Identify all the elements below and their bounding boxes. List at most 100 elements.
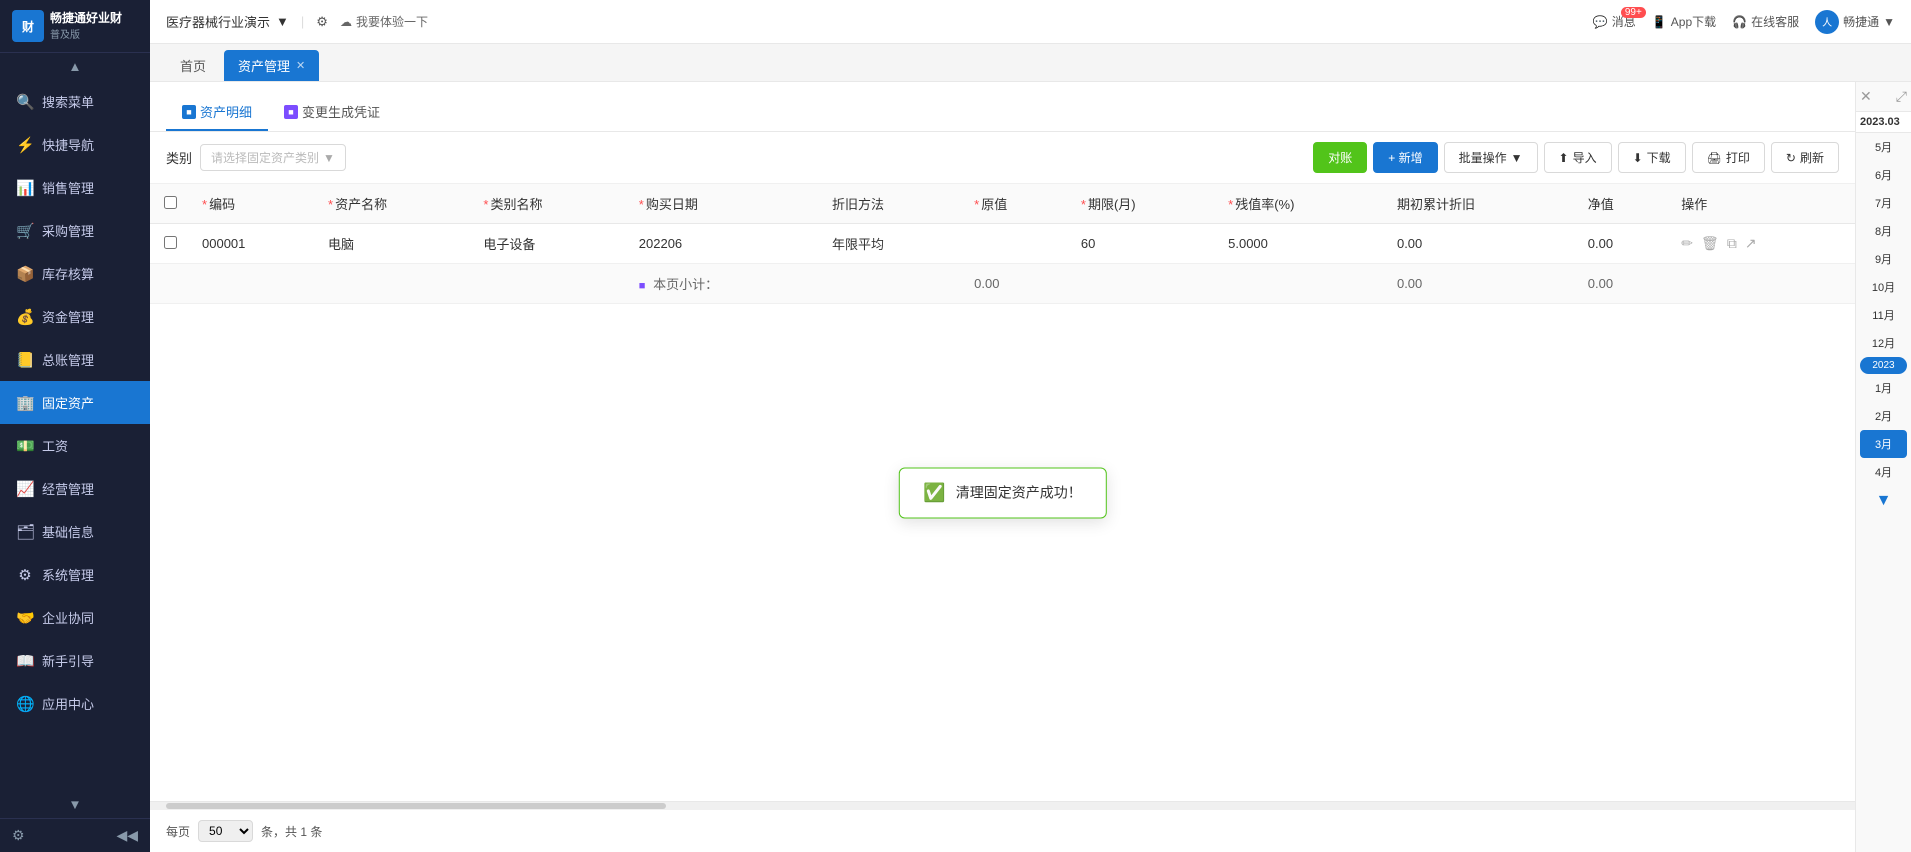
user-dropdown-icon: ▼ bbox=[1883, 15, 1895, 29]
sub-tabs: ■ 资产明细 ■ 变更生成凭证 bbox=[150, 82, 1855, 132]
sidebar-item-guide[interactable]: 📖 新手引导 bbox=[0, 639, 150, 682]
sidebar-item-purchase[interactable]: 🛒 采购管理 bbox=[0, 209, 150, 252]
lightning-icon: ⚡ bbox=[16, 136, 34, 154]
settings-btn[interactable]: ⚙ bbox=[316, 14, 328, 30]
row-checkbox[interactable] bbox=[164, 236, 177, 249]
subtotal-row: ■ 本页小计： 0.00 0.00 0.00 bbox=[150, 264, 1855, 304]
sidebar-item-enterprise[interactable]: 🤝 企业协同 bbox=[0, 596, 150, 639]
headset-icon: 🎧 bbox=[1732, 15, 1747, 29]
calendar-month-12[interactable]: 12月 bbox=[1856, 329, 1911, 357]
collapse-icon[interactable]: ◀◀ bbox=[116, 827, 138, 844]
tab-asset-management[interactable]: 资产管理 ✕ bbox=[224, 50, 319, 81]
sidebar-item-search[interactable]: 🔍 搜索菜单 bbox=[0, 80, 150, 123]
calendar-month-2[interactable]: 2月 bbox=[1856, 402, 1911, 430]
toolbar-right: 对账 + 新增 批量操作 ▼ ⬆ 导入 ⬇ 下载 🖨 bbox=[1313, 142, 1839, 173]
tab-close-icon[interactable]: ✕ bbox=[296, 59, 305, 72]
calendar-month-6[interactable]: 6月 bbox=[1856, 161, 1911, 189]
sub-tab-voucher[interactable]: ■ 变更生成凭证 bbox=[268, 94, 396, 131]
calendar-year-2023: 2023 bbox=[1860, 357, 1907, 374]
calendar-expand-btn[interactable]: ⤢ bbox=[1896, 88, 1907, 105]
content: ■ 资产明细 ■ 变更生成凭证 类别 请选择固定资产类别 ▼ bbox=[150, 82, 1911, 852]
th-net-value: 净值 bbox=[1576, 184, 1670, 224]
category-filter[interactable]: 请选择固定资产类别 ▼ bbox=[200, 144, 346, 171]
more-icon[interactable]: ↗ bbox=[1745, 235, 1757, 252]
app-download-btn[interactable]: 📱 App下载 bbox=[1652, 13, 1716, 30]
calendar-month-7[interactable]: 7月 bbox=[1856, 189, 1911, 217]
sidebar-item-app-center[interactable]: 🌐 应用中心 bbox=[0, 682, 150, 725]
sidebar-item-fixed-assets[interactable]: 🏢 固定资产 bbox=[0, 381, 150, 424]
cart-icon: 🛒 bbox=[16, 222, 34, 240]
sidebar-item-system[interactable]: ⚙ 系统管理 bbox=[0, 553, 150, 596]
book-icon: 📒 bbox=[16, 351, 34, 369]
sidebar-item-operations[interactable]: 📈 经营管理 bbox=[0, 467, 150, 510]
experience-btn[interactable]: ☁ 我要体验一下 bbox=[340, 13, 428, 30]
pagination: 每页 50 10 20 100 条，共 1 条 bbox=[150, 809, 1855, 852]
import-icon: ⬆ bbox=[1559, 151, 1569, 165]
sidebar-scroll-up[interactable]: ▲ bbox=[0, 53, 150, 80]
calendar-month-4[interactable]: 4月 bbox=[1856, 458, 1911, 486]
edit-icon[interactable]: ✏ bbox=[1681, 235, 1693, 252]
select-all-checkbox[interactable] bbox=[164, 196, 177, 209]
sidebar-item-quick-nav[interactable]: ⚡ 快捷导航 bbox=[0, 123, 150, 166]
search-icon: 🔍 bbox=[16, 93, 34, 111]
sidebar-item-sales[interactable]: 📊 销售管理 bbox=[0, 166, 150, 209]
calendar-month-10[interactable]: 10月 bbox=[1856, 273, 1911, 301]
scroll-thumb[interactable] bbox=[166, 803, 666, 809]
sidebar-item-capital[interactable]: 💰 资金管理 bbox=[0, 295, 150, 338]
new-button[interactable]: + 新增 bbox=[1373, 142, 1437, 173]
subtotal-empty-6 bbox=[1069, 264, 1216, 304]
subtotal-empty-3 bbox=[316, 264, 471, 304]
globe-icon: 🌐 bbox=[16, 695, 34, 713]
sidebar-item-inventory[interactable]: 📦 库存核算 bbox=[0, 252, 150, 295]
calendar-header: 2023.03 bbox=[1856, 112, 1911, 133]
sidebar: 财 畅捷通好业财 普及版 ▲ 🔍 搜索菜单 ⚡ 快捷导航 📊 销售管理 🛒 采购… bbox=[0, 0, 150, 852]
calendar-collapse-btn[interactable]: ✕ bbox=[1860, 88, 1872, 105]
total-label: 条，共 1 条 bbox=[261, 823, 322, 840]
table-row: 000001 电脑 电子设备 202206 年限平均 60 5.0000 0.0… bbox=[150, 224, 1855, 264]
download-button[interactable]: ⬇ 下载 bbox=[1618, 142, 1686, 173]
delete-icon[interactable]: 🗑 bbox=[1701, 235, 1719, 252]
money-icon: 💰 bbox=[16, 308, 34, 326]
calendar-month-9[interactable]: 9月 bbox=[1856, 245, 1911, 273]
refresh-button[interactable]: ↻ 刷新 bbox=[1771, 142, 1839, 173]
batch-button[interactable]: 批量操作 ▼ bbox=[1444, 142, 1538, 173]
th-residual-rate: *残值率(%) bbox=[1216, 184, 1385, 224]
user-menu[interactable]: 人 畅捷通 ▼ bbox=[1815, 10, 1895, 34]
table-wrapper: *编码 *资产名称 *类别名称 *购买日期 折旧方法 *原值 *期限(月) *残… bbox=[150, 184, 1855, 801]
scroll-indicator bbox=[150, 801, 1855, 809]
th-depreciation-method: 折旧方法 bbox=[820, 184, 962, 224]
calendar-month-8[interactable]: 8月 bbox=[1856, 217, 1911, 245]
per-page-select[interactable]: 50 10 20 100 bbox=[198, 820, 253, 842]
import-button[interactable]: ⬆ 导入 bbox=[1544, 142, 1612, 173]
row-residual-rate: 5.0000 bbox=[1216, 224, 1385, 264]
message-btn[interactable]: 💬 消息 99+ bbox=[1593, 13, 1636, 30]
row-purchase-date: 202206 bbox=[627, 224, 820, 264]
row-name: 电脑 bbox=[316, 224, 471, 264]
reconcile-button[interactable]: 对账 bbox=[1313, 142, 1367, 173]
sidebar-item-basic-info[interactable]: 🗂 基础信息 bbox=[0, 510, 150, 553]
th-operation: 操作 bbox=[1669, 184, 1855, 224]
copy-icon[interactable]: ⧉ bbox=[1727, 235, 1737, 252]
sidebar-item-payroll[interactable]: 💵 工资 bbox=[0, 424, 150, 467]
divider: | bbox=[301, 14, 304, 29]
print-button[interactable]: 🖨 打印 bbox=[1692, 142, 1765, 173]
settings-icon[interactable]: ⚙ bbox=[12, 827, 25, 844]
th-period-dep: 期初累计折旧 bbox=[1385, 184, 1576, 224]
calendar-month-5[interactable]: 5月 bbox=[1856, 133, 1911, 161]
toast-success-icon: ✅ bbox=[923, 482, 945, 503]
sidebar-scroll-down[interactable]: ▼ bbox=[0, 791, 150, 818]
calendar-month-1[interactable]: 1月 bbox=[1856, 374, 1911, 402]
topbar: 医疗器械行业演示 ▼ | ⚙ ☁ 我要体验一下 💬 消息 99+ 📱 App下载… bbox=[150, 0, 1911, 44]
sidebar-item-ledger[interactable]: 📒 总账管理 bbox=[0, 338, 150, 381]
calendar-down-btn[interactable]: ▼ bbox=[1856, 486, 1911, 516]
calendar-month-11[interactable]: 11月 bbox=[1856, 301, 1911, 329]
company-selector[interactable]: 医疗器械行业演示 ▼ bbox=[166, 12, 289, 31]
sub-tab-asset-detail[interactable]: ■ 资产明细 bbox=[166, 94, 268, 131]
online-service-btn[interactable]: 🎧 在线客服 bbox=[1732, 13, 1799, 30]
tab-home[interactable]: 首页 bbox=[166, 50, 220, 81]
filter-label: 类别 bbox=[166, 148, 192, 167]
sidebar-scroll: 🔍 搜索菜单 ⚡ 快捷导航 📊 销售管理 🛒 采购管理 📦 库存核算 💰 资金管… bbox=[0, 80, 150, 791]
folder-icon: 🗂 bbox=[16, 523, 34, 541]
subtotal-net-value: 0.00 bbox=[1576, 264, 1670, 304]
calendar-month-3-active[interactable]: 3月 bbox=[1860, 430, 1907, 458]
